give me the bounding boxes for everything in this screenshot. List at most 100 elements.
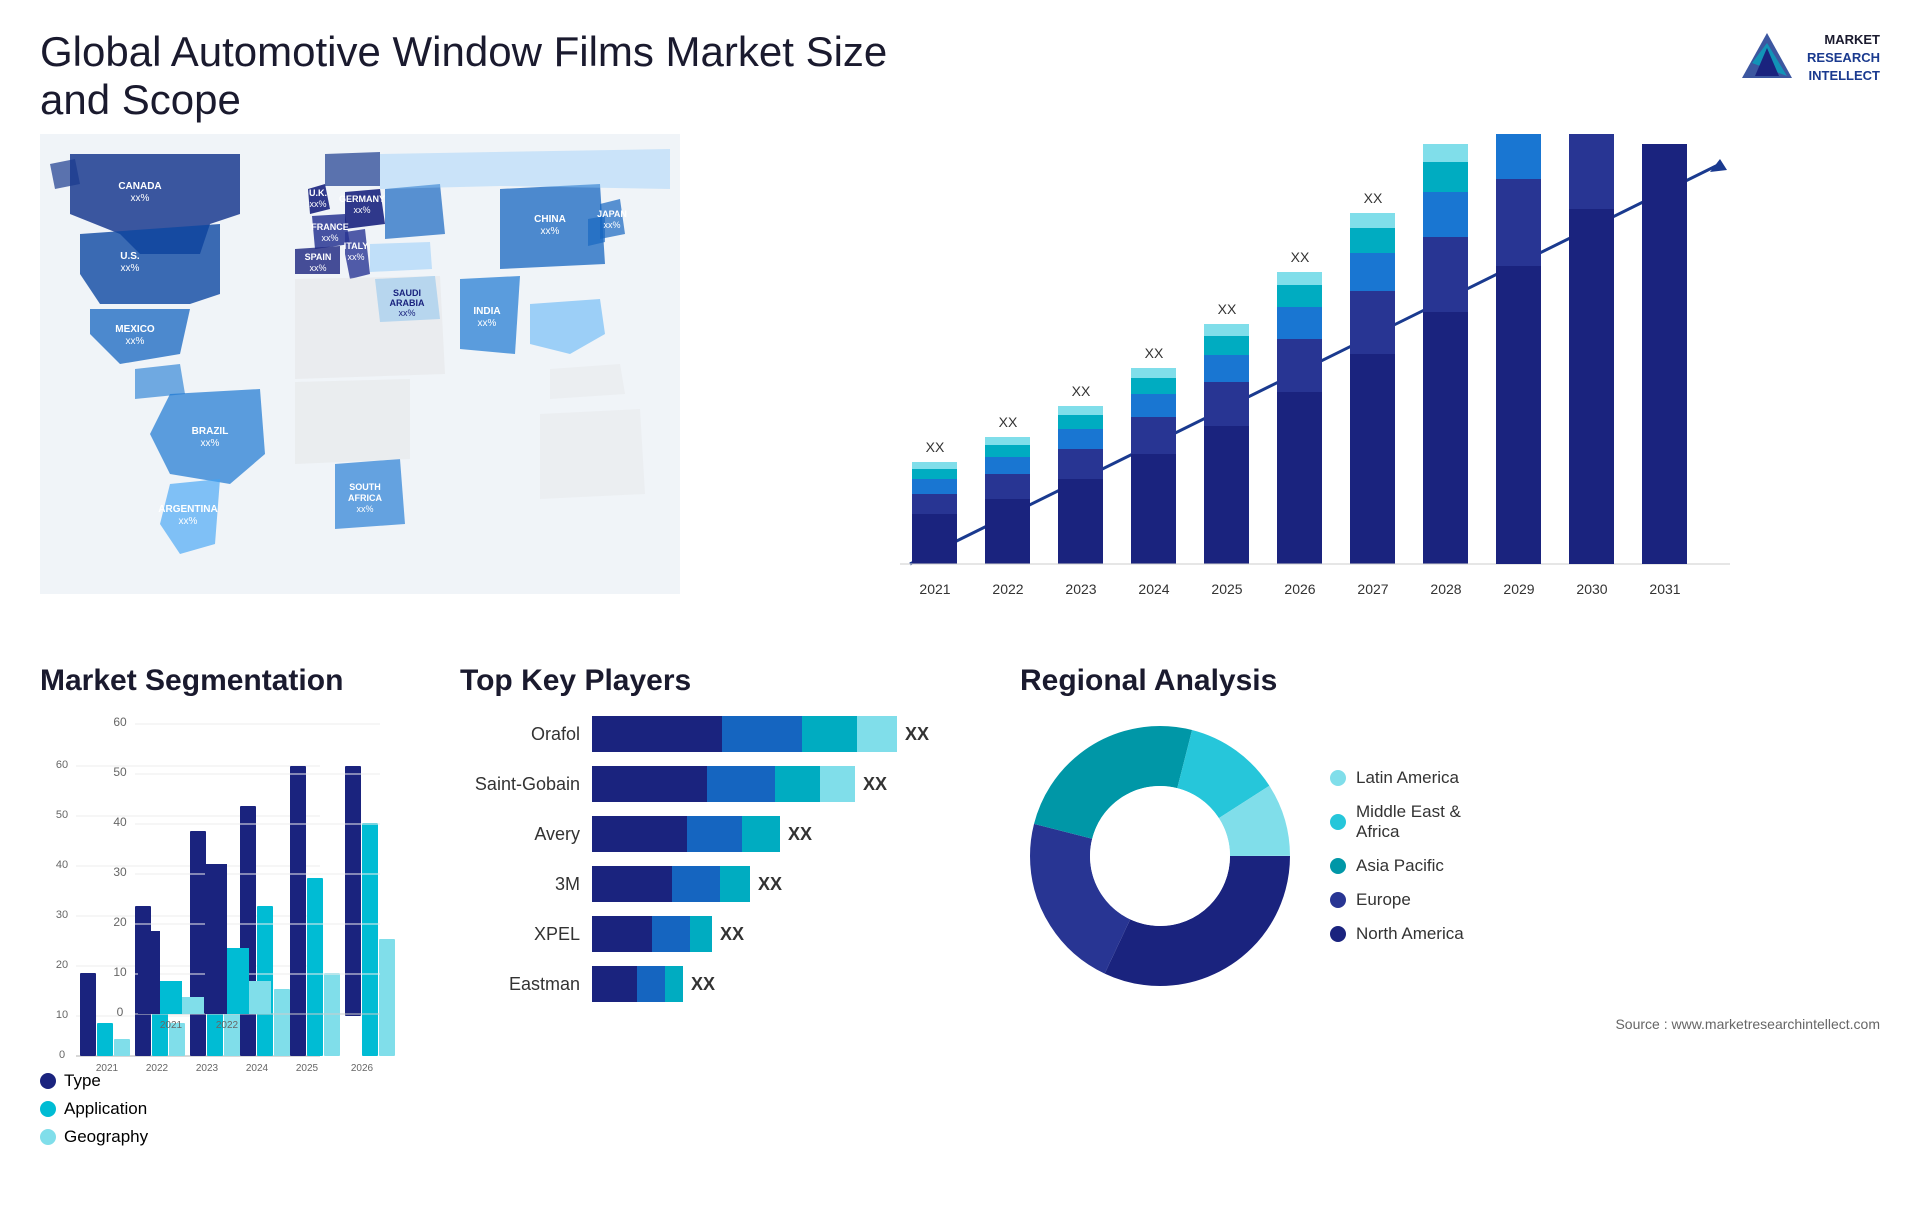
svg-text:2030: 2030 (1576, 581, 1607, 597)
svg-text:SOUTH: SOUTH (349, 482, 381, 492)
players-list: Orafol XX Saint-Gobain (460, 716, 1000, 1002)
player-name: 3M (460, 874, 580, 895)
list-item: Eastman XX (460, 966, 1000, 1002)
player-name: Eastman (460, 974, 580, 995)
svg-text:SAUDI: SAUDI (393, 288, 421, 298)
bar-chart-section: 2021 XX 2022 XX 2023 XX (700, 134, 1880, 654)
geo-label: Geography (64, 1127, 148, 1147)
legend-item-apac: Asia Pacific (1330, 856, 1464, 876)
player-bar-wrapper: XX (592, 716, 929, 752)
player-bar-wrapper: XX (592, 816, 812, 852)
svg-text:XX: XX (926, 439, 945, 455)
svg-text:0: 0 (117, 1005, 124, 1019)
segmentation-chart: 60 50 40 30 20 10 0 (40, 716, 440, 1036)
map-section: CANADA xx% U.S. xx% MEXICO xx% BRAZIL xx… (40, 134, 680, 654)
svg-text:xx%: xx% (309, 263, 326, 273)
svg-text:xx%: xx% (126, 336, 145, 347)
regional-title: Regional Analysis (1020, 664, 1880, 698)
svg-text:XX: XX (1364, 190, 1383, 206)
list-item: Orafol XX (460, 716, 1000, 752)
svg-text:xx%: xx% (179, 516, 198, 527)
svg-text:2025: 2025 (1211, 581, 1242, 597)
svg-text:AFRICA: AFRICA (348, 493, 382, 503)
svg-text:ITALY: ITALY (344, 241, 369, 251)
players-title: Top Key Players (460, 664, 1000, 698)
header: Global Automotive Window Films Market Si… (0, 0, 1920, 134)
list-item: Avery XX (460, 816, 1000, 852)
svg-text:2024: 2024 (1138, 581, 1169, 597)
player-bar-wrapper: XX (592, 766, 887, 802)
bar-chart-container: 2021 XX 2022 XX 2023 XX (720, 134, 1880, 624)
logo-text: MARKET RESEARCH INTELLECT (1807, 31, 1880, 86)
svg-text:CHINA: CHINA (534, 214, 566, 225)
regional-section: Regional Analysis Latin America (1020, 664, 1880, 1214)
svg-text:50: 50 (113, 765, 127, 779)
seg-legend-geo: Geography (40, 1127, 440, 1147)
svg-text:xx%: xx% (353, 205, 370, 215)
svg-text:xx%: xx% (131, 193, 150, 204)
player-value: XX (863, 774, 887, 795)
player-bar-wrapper: XX (592, 866, 782, 902)
app-dot (40, 1101, 56, 1117)
svg-text:2026: 2026 (1284, 581, 1315, 597)
na-label: North America (1356, 924, 1464, 944)
svg-text:xx%: xx% (356, 504, 373, 514)
latin-label: Latin America (1356, 768, 1459, 788)
player-bar (592, 916, 712, 952)
svg-text:xx%: xx% (321, 233, 338, 243)
svg-text:2029: 2029 (1503, 581, 1534, 597)
list-item: 3M XX (460, 866, 1000, 902)
svg-text:INDIA: INDIA (473, 306, 500, 317)
legend-item-latin: Latin America (1330, 768, 1464, 788)
svg-text:MEXICO: MEXICO (115, 324, 155, 335)
svg-text:xx%: xx% (121, 263, 140, 274)
mea-label: Middle East &Africa (1356, 802, 1461, 842)
player-bar (592, 766, 855, 802)
svg-text:2022: 2022 (216, 1020, 239, 1031)
player-value: XX (788, 824, 812, 845)
svg-text:2021: 2021 (160, 1020, 183, 1031)
svg-text:2021: 2021 (919, 581, 950, 597)
player-bar (592, 716, 897, 752)
svg-text:GERMANY: GERMANY (339, 194, 385, 204)
list-item: XPEL XX (460, 916, 1000, 952)
legend-item-europe: Europe (1330, 890, 1464, 910)
player-value: XX (720, 924, 744, 945)
logo: MARKET RESEARCH INTELLECT (1737, 28, 1880, 88)
app-label: Application (64, 1099, 147, 1119)
apac-label: Asia Pacific (1356, 856, 1444, 876)
player-name: Saint-Gobain (460, 774, 580, 795)
svg-text:2028: 2028 (1430, 581, 1461, 597)
svg-text:xx%: xx% (398, 308, 415, 318)
player-name: Avery (460, 824, 580, 845)
page-title: Global Automotive Window Films Market Si… (40, 28, 940, 124)
svg-text:xx%: xx% (347, 252, 364, 262)
seg-legend: Type Application Geography (40, 1071, 440, 1147)
donut-chart-svg (1020, 716, 1300, 996)
geo-dot (40, 1129, 56, 1145)
seg-legend-app: Application (40, 1099, 440, 1119)
svg-text:0: 0 (59, 1049, 65, 1061)
player-value: XX (691, 974, 715, 995)
player-value: XX (905, 724, 929, 745)
svg-text:xx%: xx% (309, 199, 326, 209)
legend-item-na: North America (1330, 924, 1464, 944)
svg-text:20: 20 (113, 915, 127, 929)
svg-text:10: 10 (113, 965, 127, 979)
svg-text:XX: XX (999, 414, 1018, 430)
player-name: XPEL (460, 924, 580, 945)
donut-container: Latin America Middle East &Africa Asia P… (1020, 716, 1880, 996)
svg-text:XX: XX (1218, 301, 1237, 317)
svg-text:XX: XX (1437, 134, 1456, 137)
player-bar-wrapper: XX (592, 916, 744, 952)
svg-text:JAPAN: JAPAN (597, 209, 627, 219)
svg-text:xx%: xx% (603, 220, 620, 230)
bar-chart-svg: 2021 XX 2022 XX 2023 XX (720, 134, 1880, 624)
na-dot (1330, 926, 1346, 942)
europe-label: Europe (1356, 890, 1411, 910)
type-label: Type (64, 1071, 101, 1091)
svg-text:60: 60 (113, 716, 127, 729)
mea-dot (1330, 814, 1346, 830)
player-bar (592, 966, 683, 1002)
svg-text:XX: XX (1145, 345, 1164, 361)
